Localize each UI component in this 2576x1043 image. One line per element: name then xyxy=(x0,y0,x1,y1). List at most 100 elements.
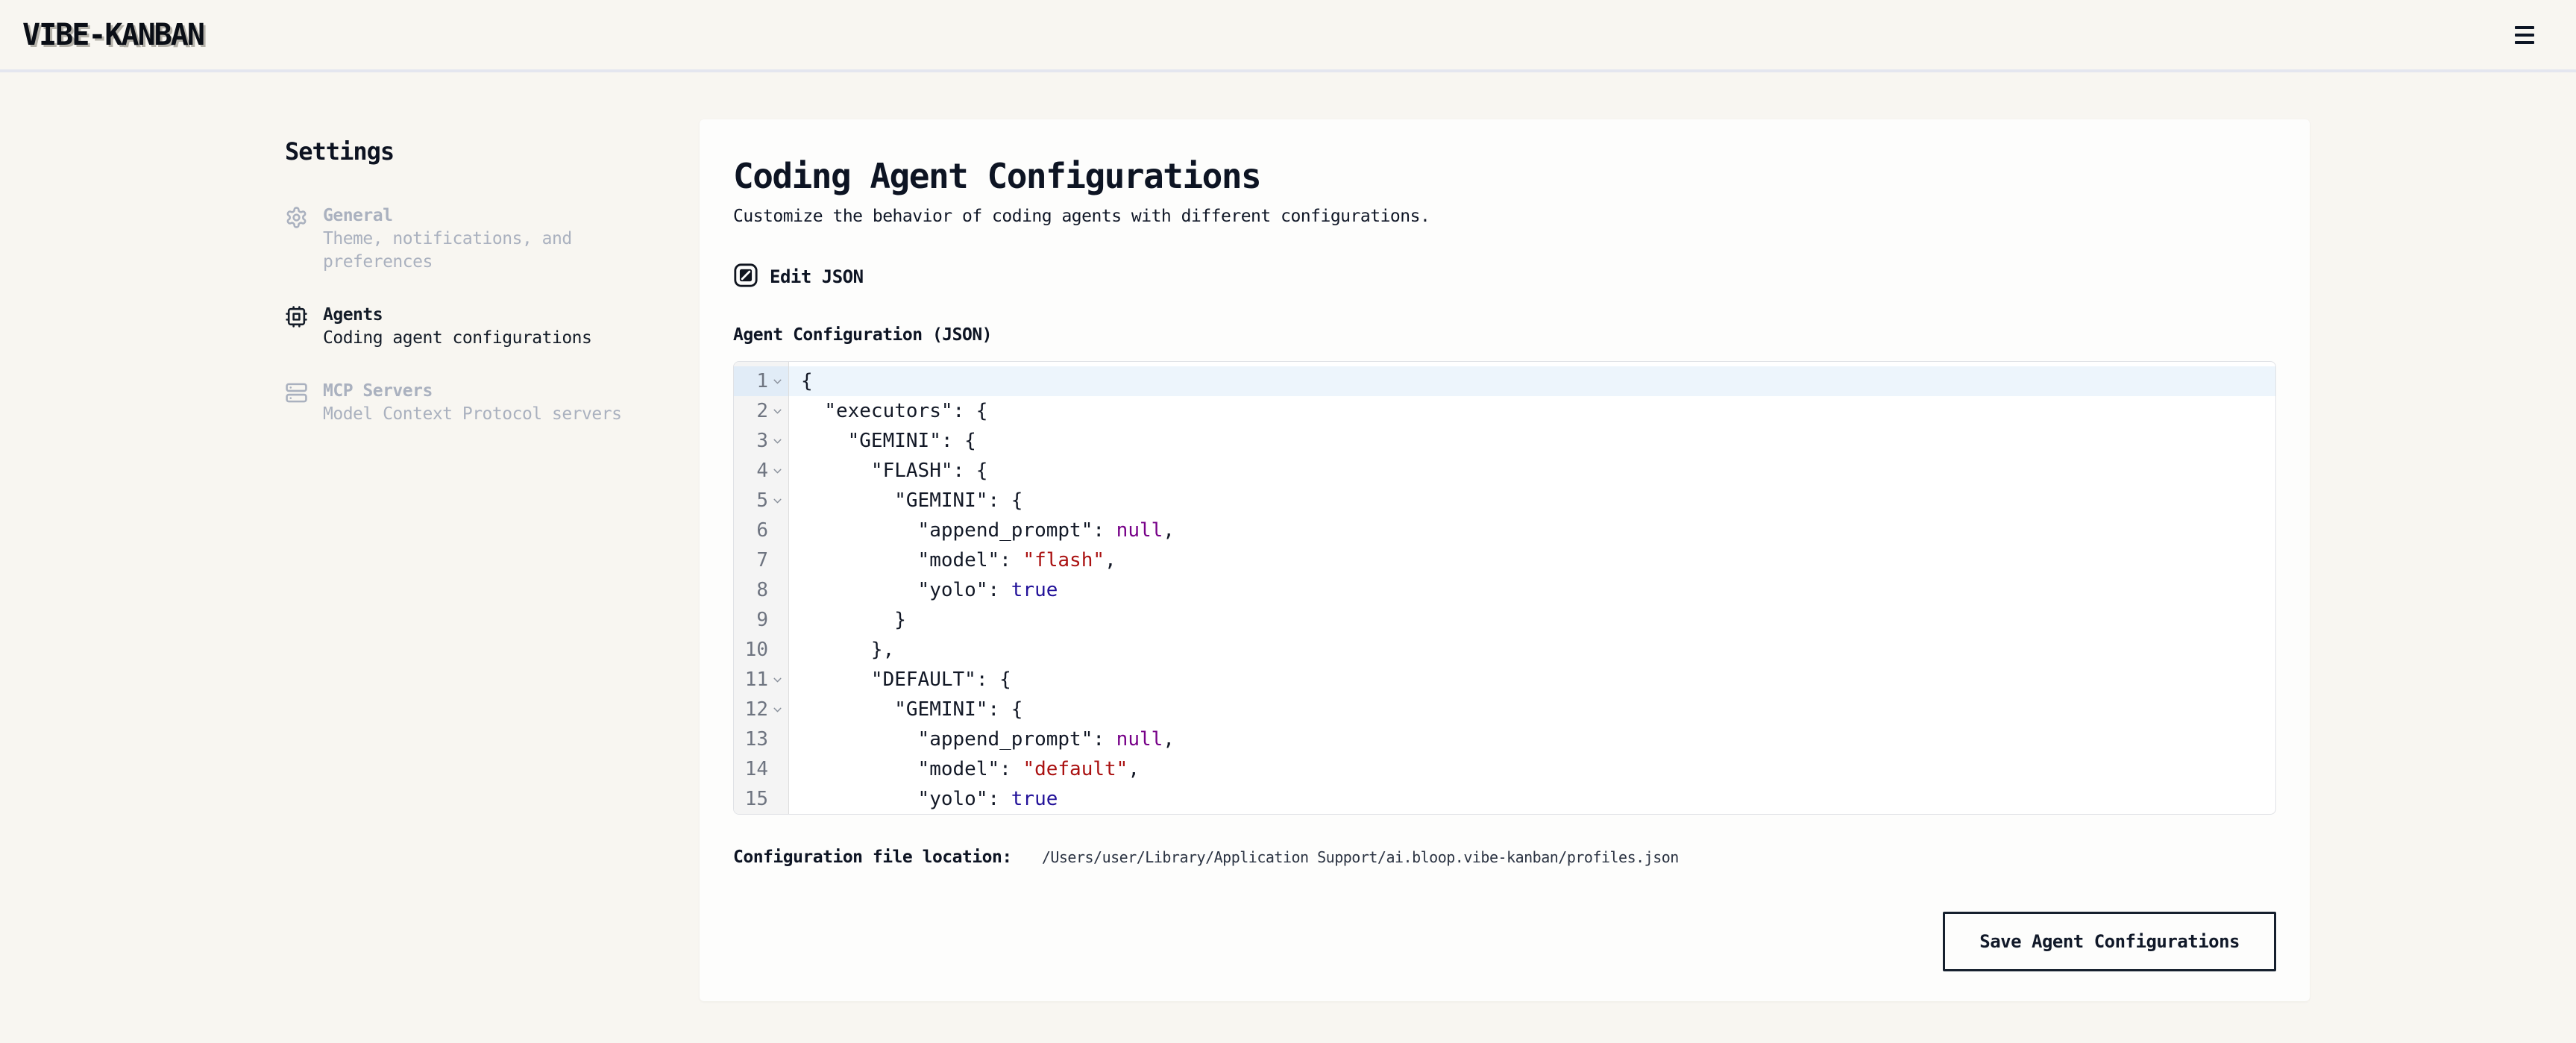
token-punctuation: , xyxy=(1105,549,1116,571)
code-line-10[interactable]: }, xyxy=(789,635,2275,665)
sidebar-item-general[interactable]: General Theme, notifications, and prefer… xyxy=(285,204,643,274)
sidebar-item-label: MCP Servers xyxy=(323,381,433,401)
token-punctuation: { xyxy=(801,370,813,392)
gutter-line-10: 10 xyxy=(734,635,788,665)
token-punctuation xyxy=(801,698,894,721)
token-punctuation xyxy=(801,519,918,542)
token-punctuation: : xyxy=(987,579,1011,601)
code-line-8[interactable]: "yolo": true xyxy=(789,575,2275,605)
save-agent-configurations-button[interactable]: Save Agent Configurations xyxy=(1943,912,2276,971)
code-line-15[interactable]: "yolo": true xyxy=(789,784,2275,814)
token-punctuation: : { xyxy=(952,460,988,482)
line-number: 1 xyxy=(756,370,768,392)
hamburger-menu-button[interactable] xyxy=(2510,22,2539,48)
agent-configurations-card: Coding Agent Configurations Customize th… xyxy=(700,119,2310,1001)
fold-chevron-icon[interactable] xyxy=(768,456,786,486)
app-logo[interactable]: VIBE-KANBAN xyxy=(22,18,205,52)
gutter-line-11: 11 xyxy=(734,665,788,695)
token-key: "GEMINI" xyxy=(894,698,988,721)
hamburger-icon xyxy=(2515,25,2534,29)
code-line-12[interactable]: "GEMINI": { xyxy=(789,695,2275,724)
token-punctuation xyxy=(801,489,894,512)
token-key: "append_prompt" xyxy=(917,519,1093,542)
token-punctuation: : xyxy=(987,788,1011,810)
code-line-11[interactable]: "DEFAULT": { xyxy=(789,665,2275,695)
code-line-4[interactable]: "FLASH": { xyxy=(789,456,2275,486)
line-number: 6 xyxy=(756,519,768,542)
gutter-line-5: 5 xyxy=(734,486,788,516)
sidebar-item-label: General xyxy=(323,206,393,225)
sidebar-title: Settings xyxy=(285,137,395,166)
sidebar-item-label: Agents xyxy=(323,305,383,325)
token-key: "FLASH" xyxy=(870,460,953,482)
code-line-2[interactable]: "executors": { xyxy=(789,396,2275,426)
token-punctuation: : { xyxy=(952,400,988,422)
config-file-location: Configuration file location: /Users/user… xyxy=(733,848,2276,867)
token-boolean: true xyxy=(1011,579,1058,601)
line-number: 14 xyxy=(744,758,768,780)
code-line-1[interactable]: { xyxy=(789,366,2275,396)
code-line-7[interactable]: "model": "flash", xyxy=(789,545,2275,575)
token-punctuation xyxy=(801,430,848,452)
token-punctuation xyxy=(801,400,824,422)
sidebar-item-description: Coding agent configurations xyxy=(323,328,592,348)
line-number: 2 xyxy=(756,400,768,422)
gear-icon xyxy=(285,206,308,274)
code-line-5[interactable]: "GEMINI": { xyxy=(789,486,2275,516)
sidebar-item-description: Theme, notifications, and preferences xyxy=(323,229,572,272)
code-line-14[interactable]: "model": "default", xyxy=(789,754,2275,784)
json-editor[interactable]: 1 2 3 4 5 6 7 8 9 10 11 12 13 14 15 { "executors": { "… xyxy=(733,361,2276,815)
fold-chevron-icon[interactable] xyxy=(768,695,786,724)
token-punctuation: : xyxy=(1093,519,1116,542)
token-punctuation: }, xyxy=(801,639,895,661)
sidebar-item-agents[interactable]: Agents Coding agent configurations xyxy=(285,304,643,350)
sidebar-item-mcp-servers[interactable]: MCP Servers Model Context Protocol serve… xyxy=(285,380,643,426)
code-line-13[interactable]: "append_prompt": null, xyxy=(789,724,2275,754)
gutter-line-1: 1 xyxy=(734,366,788,396)
fold-chevron-icon[interactable] xyxy=(768,665,786,695)
token-punctuation xyxy=(801,668,871,691)
gutter-line-15: 15 xyxy=(734,784,788,814)
token-key: "GEMINI" xyxy=(847,430,941,452)
gutter-line-6: 6 xyxy=(734,516,788,545)
token-punctuation xyxy=(801,579,918,601)
chip-icon xyxy=(285,305,308,350)
token-punctuation: : xyxy=(1093,728,1116,751)
code-line-6[interactable]: "append_prompt": null, xyxy=(789,516,2275,545)
line-number: 10 xyxy=(744,639,768,661)
save-row: Save Agent Configurations xyxy=(733,912,2276,971)
page-title: Coding Agent Configurations xyxy=(733,156,1262,196)
token-key: "yolo" xyxy=(917,579,988,601)
token-boolean: true xyxy=(1011,788,1058,810)
code-line-3[interactable]: "GEMINI": { xyxy=(789,426,2275,456)
sidebar-item-description: Model Context Protocol servers xyxy=(323,404,622,424)
token-punctuation xyxy=(801,788,918,810)
server-icon xyxy=(285,381,308,426)
gutter-line-9: 9 xyxy=(734,605,788,635)
editor-code[interactable]: { "executors": { "GEMINI": { "FLASH": { … xyxy=(789,362,2275,814)
token-punctuation xyxy=(801,460,871,482)
token-key: "model" xyxy=(917,549,1000,571)
fold-chevron-icon[interactable] xyxy=(768,366,786,396)
token-punctuation: : { xyxy=(987,698,1023,721)
line-number: 3 xyxy=(756,430,768,452)
gutter-line-13: 13 xyxy=(734,724,788,754)
token-punctuation: : { xyxy=(976,668,1011,691)
fold-chevron-icon[interactable] xyxy=(768,426,786,456)
fold-chevron-icon[interactable] xyxy=(768,396,786,426)
line-number: 4 xyxy=(756,460,768,482)
token-string: "flash" xyxy=(1022,549,1105,571)
code-line-9[interactable]: } xyxy=(789,605,2275,635)
fold-chevron-icon[interactable] xyxy=(768,486,786,516)
editor-label: Agent Configuration (JSON) xyxy=(733,325,993,345)
gutter-line-4: 4 xyxy=(734,456,788,486)
edit-json-toggle-button[interactable]: Edit JSON xyxy=(733,263,864,291)
token-punctuation: : xyxy=(999,549,1023,571)
gutter-line-2: 2 xyxy=(734,396,788,426)
